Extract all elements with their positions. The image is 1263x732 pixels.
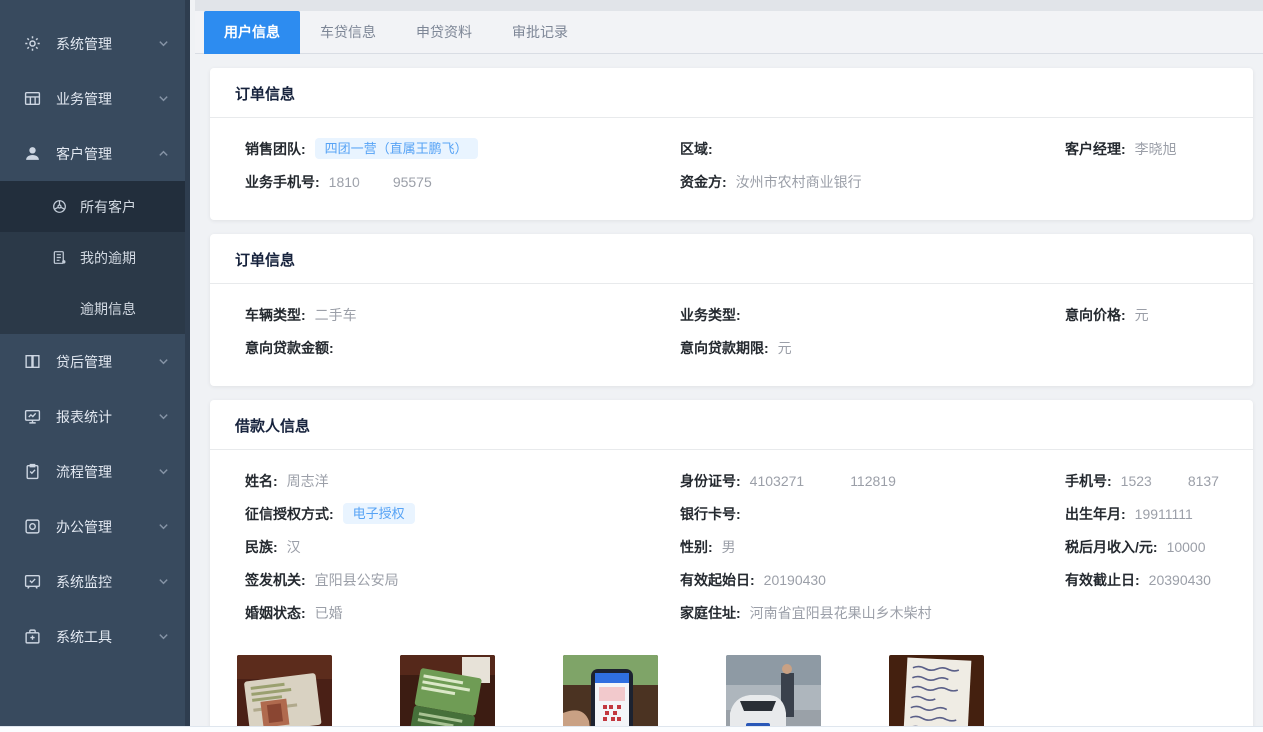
field-vehicle-type: 车辆类型: 二手车 [245, 298, 680, 331]
sidebar-item-label: 系统工具 [56, 627, 112, 647]
document-photos: 身份证 [210, 651, 1253, 732]
field-bank-card: 银行卡号: [680, 497, 1065, 530]
redaction-patch [1155, 473, 1185, 488]
sidebar-item-label: 系统管理 [56, 34, 112, 54]
wheel-icon [52, 199, 67, 214]
photo-person-with-car[interactable]: 人车合影 [726, 655, 821, 732]
sidebar-item-label: 业务管理 [56, 89, 112, 109]
field-intent-loan-term: 意向贷款期限: 元 [680, 331, 1065, 364]
field-region: 区域: [680, 132, 1065, 165]
sidebar-item-system-tools[interactable]: 系统工具 [0, 609, 185, 664]
sales-team-tag: 四团一营（直属王鹏飞） [315, 138, 478, 159]
field-ethnicity: 民族: 汉 [245, 530, 680, 563]
chevron-down-icon [158, 356, 169, 367]
field-monthly-income: 税后月收入/元: 10000 [1065, 530, 1233, 563]
sidebar-item-all-customers[interactable]: 所有客户 [0, 181, 185, 232]
sidebar: 系统管理 业务管理 客户管理 所有客户 [0, 0, 190, 726]
sidebar-item-process-mgmt[interactable]: 流程管理 [0, 444, 185, 499]
loan-info-card: 订单信息 车辆类型: 二手车 业务类型: 意向价格: 元 意向贷款金额: 意向贷… [210, 234, 1253, 386]
sidebar-item-overdue-info[interactable]: 逾期信息 [0, 283, 185, 334]
user-icon [24, 145, 41, 162]
field-marital-status: 婚姻状态: 已婚 [245, 596, 680, 629]
field-credit-auth-method: 征信授权方式: 电子授权 [245, 497, 680, 530]
borrower-info-card: 借款人信息 姓名: 周志洋 身份证号: 4103271112819 手机号: 1… [210, 400, 1253, 732]
horizontal-scrollbar[interactable] [0, 726, 1263, 732]
card-title: 借款人信息 [210, 400, 1253, 450]
tab-loan-application-docs[interactable]: 申贷资料 [396, 11, 492, 54]
sidebar-item-business-mgmt[interactable]: 业务管理 [0, 71, 185, 126]
tab-bar: 用户信息 车贷信息 申贷资料 审批记录 [195, 11, 1263, 54]
field-business-phone: 业务手机号: 181095575 [245, 165, 680, 198]
tab-car-loan-info[interactable]: 车贷信息 [300, 11, 396, 54]
chevron-down-icon [158, 411, 169, 422]
field-sales-team: 销售团队: 四团一营（直属王鹏飞） [245, 132, 680, 165]
redaction-patch [363, 174, 390, 189]
field-funder: 资金方: 汝州市农村商业银行 [680, 165, 1065, 198]
screen-check-icon [24, 573, 41, 590]
chevron-down-icon [158, 521, 169, 532]
chevron-up-icon [158, 148, 169, 159]
sidebar-item-label: 贷后管理 [56, 352, 112, 372]
sidebar-item-system-mgmt[interactable]: 系统管理 [0, 16, 185, 71]
office-icon [24, 518, 41, 535]
field-gender: 性别: 男 [680, 530, 1065, 563]
sidebar-item-office-mgmt[interactable]: 办公管理 [0, 499, 185, 554]
field-mobile-phone: 手机号: 15238137 [1065, 464, 1233, 497]
book-icon [24, 353, 41, 370]
sidebar-item-postloan-mgmt[interactable]: 贷后管理 [0, 334, 185, 389]
field-birth-date: 出生年月: 19911111 [1065, 497, 1233, 530]
field-issuing-authority: 签发机关: 宜阳县公安局 [245, 563, 680, 596]
chevron-down-icon [158, 466, 169, 477]
sidebar-item-label: 逾期信息 [80, 299, 136, 319]
sidebar-item-my-overdue[interactable]: 我的逾期 [0, 232, 185, 283]
field-intent-price: 意向价格: 元 [1065, 298, 1233, 331]
tab-user-info[interactable]: 用户信息 [204, 11, 300, 54]
sidebar-item-system-monitor[interactable]: 系统监控 [0, 554, 185, 609]
clipboard-icon [24, 463, 41, 480]
photo-id-card[interactable]: 身份证 [237, 655, 332, 732]
field-customer-manager: 客户经理: 李晓旭 [1065, 132, 1233, 165]
chevron-down-icon [158, 631, 169, 642]
monitor-icon [24, 408, 41, 425]
field-name: 姓名: 周志洋 [245, 464, 680, 497]
sidebar-item-label: 所有客户 [80, 197, 136, 217]
top-strip [195, 0, 1263, 11]
credit-auth-tag: 电子授权 [343, 503, 415, 524]
photo-credit-auth-qr[interactable]: 征信授权 [563, 655, 658, 732]
field-valid-from: 有效起始日: 20190430 [680, 563, 1065, 596]
photo-vehicle-registration[interactable]: 车辆登记证 [400, 655, 495, 732]
card-title: 订单信息 [210, 234, 1253, 284]
field-business-type: 业务类型: [680, 298, 1065, 331]
photo-handwritten-document[interactable]: 其他材料 [889, 655, 984, 732]
chevron-down-icon [158, 93, 169, 104]
tab-approval-records[interactable]: 审批记录 [492, 11, 588, 54]
chevron-down-icon [158, 38, 169, 49]
order-info-card: 订单信息 销售团队: 四团一营（直属王鹏飞） 区域: 客户经理: 李晓旭 业务手… [210, 68, 1253, 220]
field-home-address: 家庭住址: 河南省宜阳县花果山乡木柴村 [680, 596, 1065, 629]
sidebar-item-label: 客户管理 [56, 144, 112, 164]
sidebar-item-label: 系统监控 [56, 572, 112, 592]
redaction-patch [807, 473, 847, 488]
sidebar-item-customer-mgmt[interactable]: 客户管理 [0, 126, 185, 181]
field-valid-to: 有效截止日: 20390430 [1065, 563, 1233, 596]
field-empty [1065, 331, 1233, 364]
field-empty [1065, 596, 1233, 629]
notebook-icon [52, 250, 67, 265]
grid-icon [24, 90, 41, 107]
field-id-number: 身份证号: 4103271112819 [680, 464, 1065, 497]
toolbox-icon [24, 628, 41, 645]
sidebar-item-label: 我的逾期 [80, 248, 136, 268]
chevron-down-icon [158, 576, 169, 587]
main-content: 订单信息 销售团队: 四团一营（直属王鹏飞） 区域: 客户经理: 李晓旭 业务手… [195, 54, 1263, 732]
customer-mgmt-submenu: 所有客户 我的逾期 逾期信息 [0, 181, 185, 334]
sidebar-item-reports[interactable]: 报表统计 [0, 389, 185, 444]
card-title: 订单信息 [210, 68, 1253, 118]
sidebar-item-label: 流程管理 [56, 462, 112, 482]
field-intent-loan-amount: 意向贷款金额: [245, 331, 680, 364]
sidebar-item-label: 报表统计 [56, 407, 112, 427]
sidebar-item-label: 办公管理 [56, 517, 112, 537]
field-empty [1065, 165, 1233, 198]
gear-icon [24, 35, 41, 52]
